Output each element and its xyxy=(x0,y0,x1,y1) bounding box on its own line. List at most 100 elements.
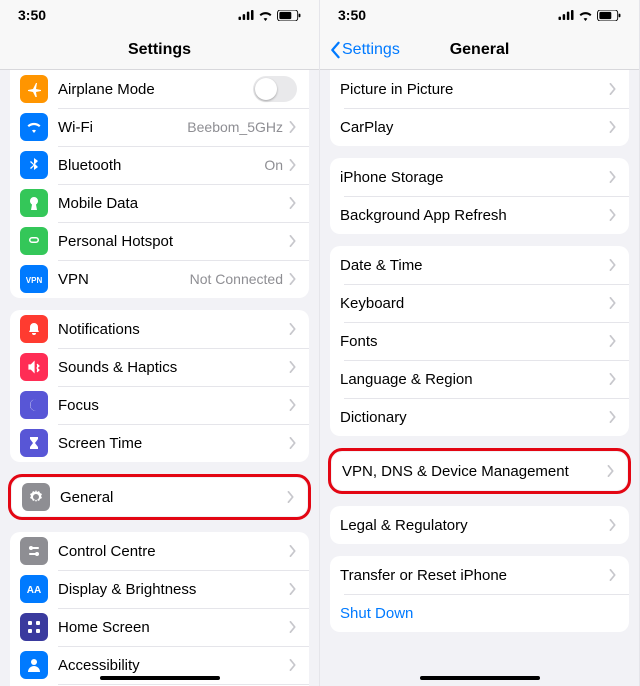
list-row[interactable]: Sounds & Haptics xyxy=(10,348,309,386)
chevron-right-icon xyxy=(287,491,295,503)
general-group-legal: Legal & Regulatory xyxy=(330,506,629,544)
status-icons xyxy=(558,10,621,21)
wifi-icon xyxy=(578,10,593,21)
grid-icon xyxy=(20,613,48,641)
chevron-right-icon xyxy=(609,297,617,309)
back-button[interactable]: Settings xyxy=(328,41,400,59)
row-label: Airplane Mode xyxy=(58,81,253,98)
list-row[interactable]: Notifications xyxy=(10,310,309,348)
antenna-icon xyxy=(20,189,48,217)
chevron-right-icon xyxy=(609,259,617,271)
battery-icon xyxy=(597,10,621,21)
row-label: iPhone Storage xyxy=(340,169,609,186)
list-row[interactable]: AADisplay & Brightness xyxy=(10,570,309,608)
chevron-right-icon xyxy=(289,437,297,449)
row-label: Shut Down xyxy=(340,605,617,622)
row-detail: Beebom_5GHz xyxy=(187,119,283,135)
toggle-switch[interactable] xyxy=(253,76,297,102)
row-label: Screen Time xyxy=(58,435,289,452)
chevron-right-icon xyxy=(289,361,297,373)
row-label: Legal & Regulatory xyxy=(340,517,609,534)
chevron-right-icon xyxy=(289,621,297,633)
list-row[interactable]: Picture in Picture xyxy=(330,70,629,108)
row-label: Mobile Data xyxy=(58,195,289,212)
row-label: Accessibility xyxy=(58,657,289,674)
general-group-pip: Picture in Picture CarPlay xyxy=(330,70,629,146)
list-row[interactable]: CarPlay xyxy=(330,108,629,146)
signal-icon xyxy=(238,10,254,20)
row-label: Bluetooth xyxy=(58,157,264,174)
list-row[interactable]: Control Centre xyxy=(10,532,309,570)
settings-screen: 3:50 Settings Airplane Mode Wi-FiBeebom_5… xyxy=(0,0,320,686)
row-detail: On xyxy=(264,157,283,173)
chevron-right-icon xyxy=(609,209,617,221)
person-icon xyxy=(20,651,48,679)
list-row[interactable]: Dictionary xyxy=(330,398,629,436)
list-row[interactable]: Screen Time xyxy=(10,424,309,462)
chevron-right-icon xyxy=(607,465,615,477)
row-label: Picture in Picture xyxy=(340,81,609,98)
list-row[interactable]: General xyxy=(12,478,307,516)
chevron-right-icon xyxy=(289,121,297,133)
status-time: 3:50 xyxy=(338,7,366,23)
status-bar: 3:50 xyxy=(320,0,639,30)
chevron-left-icon xyxy=(328,41,342,59)
row-label: Date & Time xyxy=(340,257,609,274)
general-group-storage: iPhone Storage Background App Refresh xyxy=(330,158,629,234)
list-row[interactable]: Airplane Mode xyxy=(10,70,309,108)
settings-group-connectivity: Airplane ModeWi-FiBeebom_5GHzBluetoothOn… xyxy=(10,70,309,298)
highlight-vpn-dns: VPN, DNS & Device Management xyxy=(328,448,631,494)
speaker-icon xyxy=(20,353,48,381)
list-row[interactable]: Focus xyxy=(10,386,309,424)
row-label: VPN, DNS & Device Management xyxy=(342,463,607,480)
list-row[interactable]: Transfer or Reset iPhone xyxy=(330,556,629,594)
home-indicator[interactable] xyxy=(420,676,540,680)
row-label: Personal Hotspot xyxy=(58,233,289,250)
nav-bar: Settings General xyxy=(320,30,639,70)
list-row[interactable]: iPhone Storage xyxy=(330,158,629,196)
list-row[interactable]: BluetoothOn xyxy=(10,146,309,184)
row-label: VPN xyxy=(58,271,190,288)
list-row[interactable]: Background App Refresh xyxy=(330,196,629,234)
row-label: Keyboard xyxy=(340,295,609,312)
gear-icon xyxy=(22,483,50,511)
general-group-locale: Date & Time Keyboard Fonts Language & Regio… xyxy=(330,246,629,436)
row-label: Background App Refresh xyxy=(340,207,609,224)
list-row[interactable]: Keyboard xyxy=(330,284,629,322)
list-row[interactable]: VPNVPNNot Connected xyxy=(10,260,309,298)
chevron-right-icon xyxy=(289,159,297,171)
general-content[interactable]: Picture in Picture CarPlay iPhone Storage… xyxy=(320,70,639,686)
list-row[interactable]: Shut Down xyxy=(330,594,629,632)
link-icon xyxy=(20,227,48,255)
general-screen: 3:50 Settings General Picture in Picture… xyxy=(320,0,640,686)
list-row[interactable]: Wi-FiBeebom_5GHz xyxy=(10,108,309,146)
wifi-icon xyxy=(258,10,273,21)
home-indicator[interactable] xyxy=(100,676,220,680)
list-row[interactable]: Date & Time xyxy=(330,246,629,284)
list-row[interactable]: Legal & Regulatory xyxy=(330,506,629,544)
chevron-right-icon xyxy=(609,83,617,95)
wifi-icon xyxy=(20,113,48,141)
aa-icon: AA xyxy=(20,575,48,603)
svg-text:AA: AA xyxy=(27,585,41,596)
chevron-right-icon xyxy=(289,659,297,671)
settings-content[interactable]: Airplane ModeWi-FiBeebom_5GHzBluetoothOn… xyxy=(0,70,319,686)
row-label: Sounds & Haptics xyxy=(58,359,289,376)
row-label: Fonts xyxy=(340,333,609,350)
highlight-general: General xyxy=(8,474,311,520)
list-row[interactable]: Fonts xyxy=(330,322,629,360)
list-row[interactable]: VPN, DNS & Device Management xyxy=(332,452,627,490)
hourglass-icon xyxy=(20,429,48,457)
switches-icon xyxy=(20,537,48,565)
status-bar: 3:50 xyxy=(0,0,319,30)
list-row[interactable]: Home Screen xyxy=(10,608,309,646)
bell-icon xyxy=(20,315,48,343)
list-row[interactable]: Personal Hotspot xyxy=(10,222,309,260)
row-label: Focus xyxy=(58,397,289,414)
page-title: Settings xyxy=(128,41,191,59)
chevron-right-icon xyxy=(609,373,617,385)
chevron-right-icon xyxy=(289,273,297,285)
list-row[interactable]: Mobile Data xyxy=(10,184,309,222)
battery-icon xyxy=(277,10,301,21)
list-row[interactable]: Language & Region xyxy=(330,360,629,398)
